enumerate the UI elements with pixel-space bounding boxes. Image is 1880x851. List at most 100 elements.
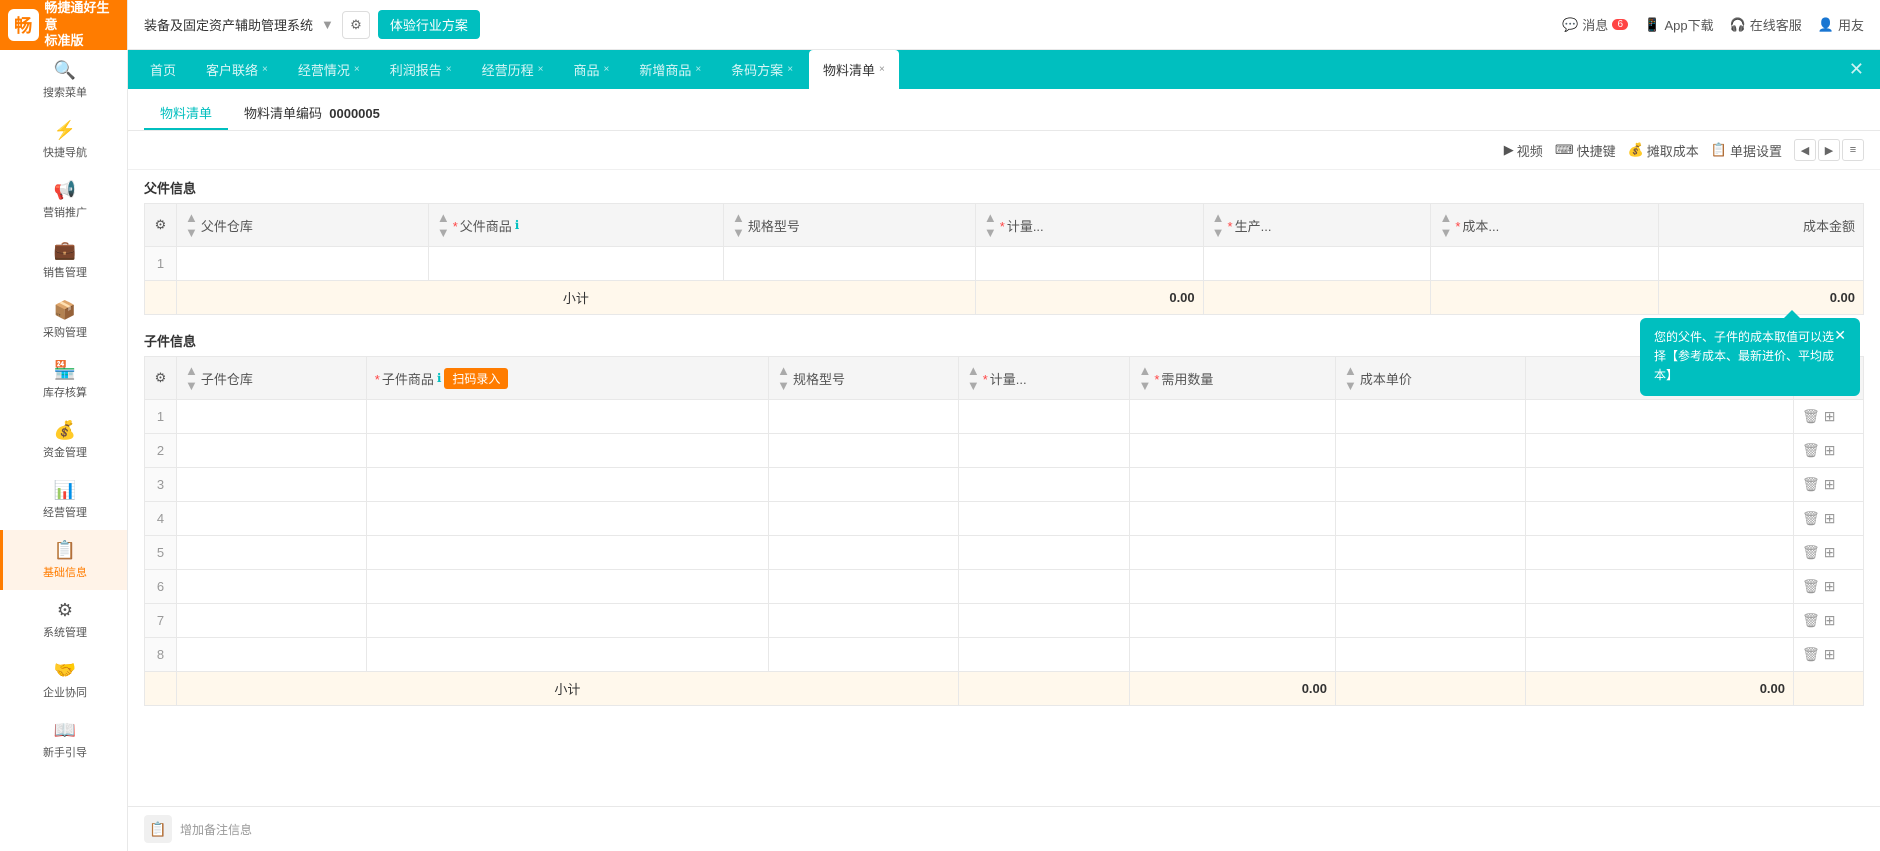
nav-tab-2[interactable]: 经营情况× bbox=[284, 50, 374, 89]
delete-icon-7[interactable]: 🗑 bbox=[1802, 612, 1820, 629]
nav-tab-close-8[interactable]: × bbox=[879, 64, 885, 75]
child-spec-2[interactable] bbox=[769, 434, 959, 468]
child-warehouse-1[interactable] bbox=[177, 400, 367, 434]
child-quantity-6[interactable] bbox=[1130, 570, 1336, 604]
delete-icon-1[interactable]: 🗑 bbox=[1802, 408, 1820, 425]
copy-icon-6[interactable]: ⊞ bbox=[1824, 578, 1836, 595]
child-quantity-2[interactable] bbox=[1130, 434, 1336, 468]
settings-button[interactable]: ⚙ bbox=[342, 11, 370, 39]
child-unit-cost-1[interactable] bbox=[1336, 400, 1526, 434]
copy-icon-2[interactable]: ⊞ bbox=[1824, 442, 1836, 459]
child-unit-cost-3[interactable] bbox=[1336, 468, 1526, 502]
child-amount-6[interactable] bbox=[1525, 570, 1793, 604]
child-amount-2[interactable] bbox=[1525, 434, 1793, 468]
nav-tab-close-6[interactable]: × bbox=[695, 64, 701, 75]
nav-tab-5[interactable]: 商品× bbox=[559, 50, 623, 89]
child-warehouse-7[interactable] bbox=[177, 604, 367, 638]
child-product-3[interactable] bbox=[366, 468, 768, 502]
child-unit-cost-5[interactable] bbox=[1336, 536, 1526, 570]
child-amount-5[interactable] bbox=[1525, 536, 1793, 570]
delete-icon-6[interactable]: 🗑 bbox=[1802, 578, 1820, 595]
child-measure-8[interactable] bbox=[958, 638, 1130, 672]
user-btn[interactable]: 👤 用友 bbox=[1818, 15, 1864, 34]
copy-icon-1[interactable]: ⊞ bbox=[1824, 408, 1836, 425]
child-spec-8[interactable] bbox=[769, 638, 959, 672]
video-btn[interactable]: ▶ 视频 bbox=[1504, 141, 1543, 160]
sidebar-item-搜索菜单[interactable]: 🔍 搜索菜单 bbox=[0, 50, 127, 110]
child-measure-5[interactable] bbox=[958, 536, 1130, 570]
child-measure-3[interactable] bbox=[958, 468, 1130, 502]
page-menu-btn[interactable]: ≡ bbox=[1842, 139, 1864, 161]
child-unit-cost-2[interactable] bbox=[1336, 434, 1526, 468]
app-download-btn[interactable]: 📱 App下载 bbox=[1644, 15, 1713, 34]
experience-btn[interactable]: 体验行业方案 bbox=[378, 10, 480, 39]
parent-measure-cell[interactable] bbox=[975, 247, 1203, 281]
nav-tab-close-7[interactable]: × bbox=[787, 64, 793, 75]
sub-tab-list[interactable]: 物料清单 bbox=[144, 97, 228, 130]
parent-produce-cell[interactable] bbox=[1203, 247, 1431, 281]
sidebar-item-资金管理[interactable]: 💰 资金管理 bbox=[0, 410, 127, 470]
child-unit-cost-6[interactable] bbox=[1336, 570, 1526, 604]
child-quantity-5[interactable] bbox=[1130, 536, 1336, 570]
child-quantity-3[interactable] bbox=[1130, 468, 1336, 502]
child-measure-1[interactable] bbox=[958, 400, 1130, 434]
page-next-btn[interactable]: ▶ bbox=[1818, 139, 1840, 161]
cost-btn[interactable]: 💰 摊取成本 bbox=[1628, 141, 1699, 160]
child-amount-1[interactable] bbox=[1525, 400, 1793, 434]
child-col-settings[interactable]: ⚙ bbox=[145, 357, 177, 400]
child-amount-3[interactable] bbox=[1525, 468, 1793, 502]
child-quantity-4[interactable] bbox=[1130, 502, 1336, 536]
child-amount-7[interactable] bbox=[1525, 604, 1793, 638]
child-amount-8[interactable] bbox=[1525, 638, 1793, 672]
page-prev-btn[interactable]: ◀ bbox=[1794, 139, 1816, 161]
sidebar-item-销售管理[interactable]: 💼 销售管理 bbox=[0, 230, 127, 290]
parent-amount-cell[interactable] bbox=[1659, 247, 1864, 281]
dropdown-arrow[interactable]: ▼ bbox=[321, 17, 334, 32]
sidebar-item-基础信息[interactable]: 📋 基础信息 bbox=[0, 530, 127, 590]
child-warehouse-8[interactable] bbox=[177, 638, 367, 672]
child-spec-6[interactable] bbox=[769, 570, 959, 604]
nav-tab-close-5[interactable]: × bbox=[603, 64, 609, 75]
online-service-btn[interactable]: 🎧 在线客服 bbox=[1730, 15, 1802, 34]
child-spec-3[interactable] bbox=[769, 468, 959, 502]
close-all-btn[interactable]: ✕ bbox=[1841, 55, 1872, 84]
parent-warehouse-cell[interactable] bbox=[177, 247, 429, 281]
parent-col-settings[interactable]: ⚙ bbox=[145, 204, 177, 247]
child-product-2[interactable] bbox=[366, 434, 768, 468]
child-spec-4[interactable] bbox=[769, 502, 959, 536]
child-measure-4[interactable] bbox=[958, 502, 1130, 536]
shortcut-btn[interactable]: ⌨ 快捷键 bbox=[1555, 141, 1616, 160]
sidebar-item-企业协同[interactable]: 🤝 企业协同 bbox=[0, 650, 127, 710]
sidebar-item-营销推广[interactable]: 📢 营销推广 bbox=[0, 170, 127, 230]
child-product-5[interactable] bbox=[366, 536, 768, 570]
copy-icon-4[interactable]: ⊞ bbox=[1824, 510, 1836, 527]
nav-tab-0[interactable]: 首页 bbox=[136, 50, 190, 89]
nav-tab-close-2[interactable]: × bbox=[354, 64, 360, 75]
nav-tab-3[interactable]: 利润报告× bbox=[376, 50, 466, 89]
child-spec-7[interactable] bbox=[769, 604, 959, 638]
child-warehouse-5[interactable] bbox=[177, 536, 367, 570]
sidebar-item-经营管理[interactable]: 📊 经营管理 bbox=[0, 470, 127, 530]
sidebar-item-库存核算[interactable]: 🏪 库存核算 bbox=[0, 350, 127, 410]
nav-tab-8[interactable]: 物料清单× bbox=[809, 50, 899, 89]
child-amount-4[interactable] bbox=[1525, 502, 1793, 536]
child-unit-cost-7[interactable] bbox=[1336, 604, 1526, 638]
nav-tab-close-1[interactable]: × bbox=[262, 64, 268, 75]
delete-icon-4[interactable]: 🗑 bbox=[1802, 510, 1820, 527]
note-icon[interactable]: 📋 bbox=[144, 815, 172, 843]
child-warehouse-2[interactable] bbox=[177, 434, 367, 468]
nav-tab-7[interactable]: 条码方案× bbox=[717, 50, 807, 89]
copy-icon-5[interactable]: ⊞ bbox=[1824, 544, 1836, 561]
parent-cost-cell[interactable] bbox=[1431, 247, 1659, 281]
copy-icon-8[interactable]: ⊞ bbox=[1824, 646, 1836, 663]
tooltip-close-btn[interactable]: ✕ bbox=[1834, 328, 1846, 342]
child-quantity-7[interactable] bbox=[1130, 604, 1336, 638]
child-quantity-1[interactable] bbox=[1130, 400, 1336, 434]
sidebar-item-采购管理[interactable]: 📦 采购管理 bbox=[0, 290, 127, 350]
scan-input-btn[interactable]: 扫码录入 bbox=[444, 368, 508, 389]
nav-tab-6[interactable]: 新增商品× bbox=[625, 50, 715, 89]
sidebar-item-快捷导航[interactable]: ⚡ 快捷导航 bbox=[0, 110, 127, 170]
delete-icon-5[interactable]: 🗑 bbox=[1802, 544, 1820, 561]
message-btn[interactable]: 💬 消息 6 bbox=[1562, 15, 1628, 34]
doc-settings-btn[interactable]: 📋 单据设置 bbox=[1711, 141, 1782, 160]
